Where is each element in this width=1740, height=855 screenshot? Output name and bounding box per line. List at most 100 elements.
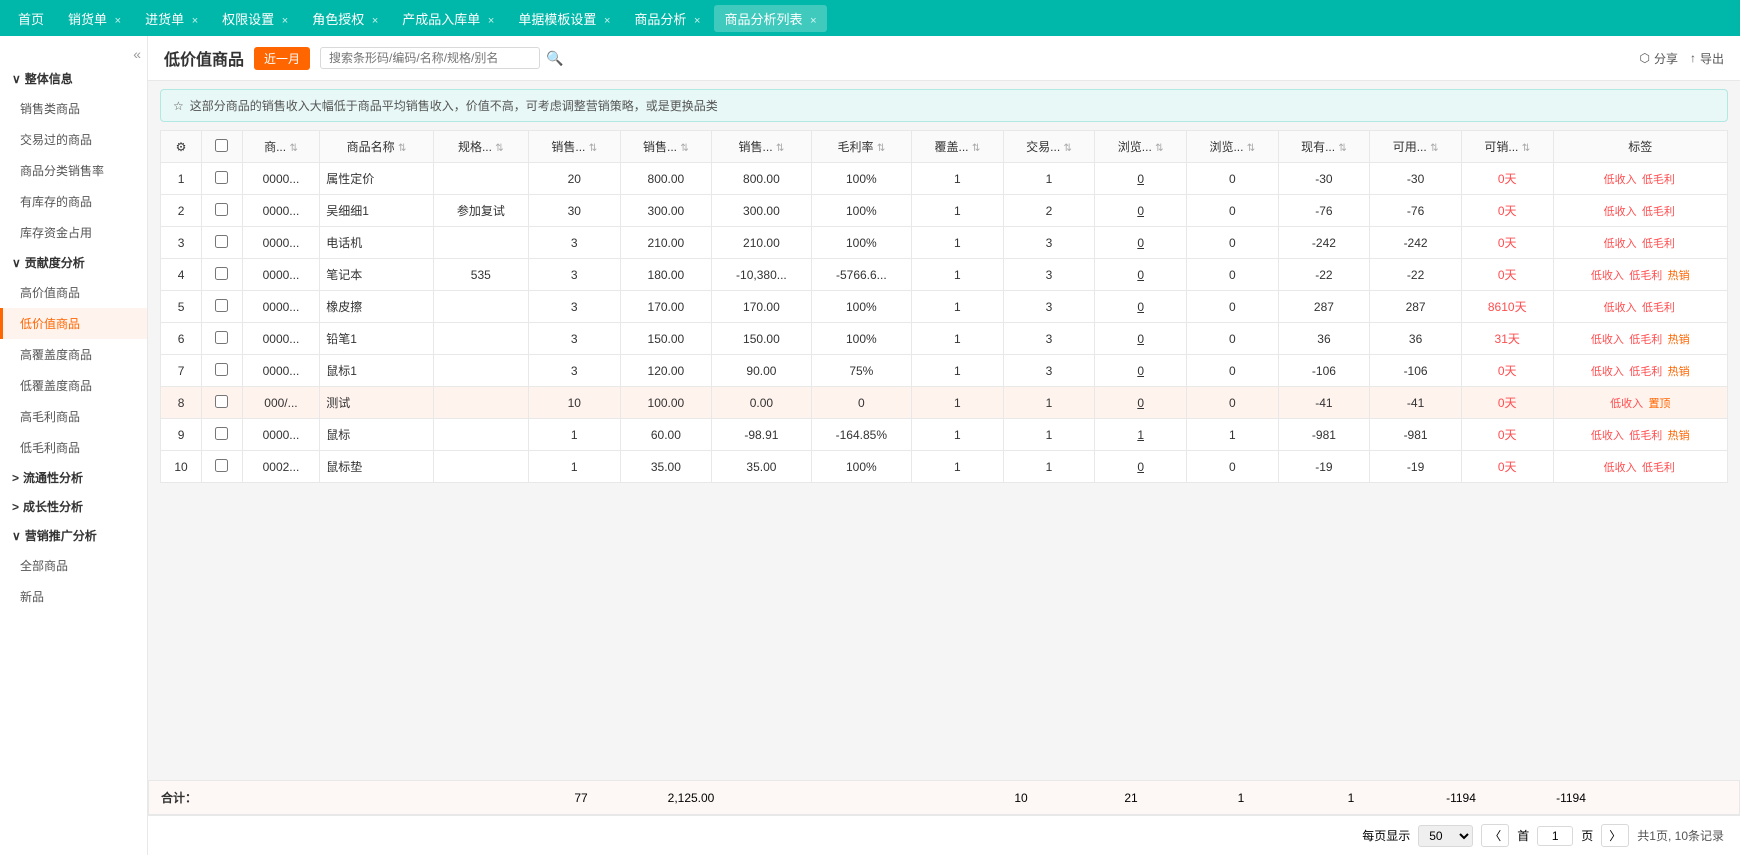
row-checkbox[interactable] <box>202 259 243 291</box>
nav-sales[interactable]: 销货单 × <box>58 5 131 32</box>
sidebar-group-marketing[interactable]: ∨ 营销推广分析 <box>0 521 147 550</box>
row-name[interactable]: 电话机 <box>320 227 433 259</box>
row-sale-price: 35.00 <box>620 451 712 483</box>
row-browse1[interactable]: 0 <box>1095 387 1187 419</box>
row-browse1[interactable]: 1 <box>1095 419 1187 451</box>
nav-purchase[interactable]: 进货单 × <box>135 5 208 32</box>
nav-stock-in[interactable]: 产成品入库单 × <box>392 5 504 32</box>
table-row: 6 0000... 铅笔1 3 150.00 150.00 100% 1 3 0… <box>161 323 1728 355</box>
row-checkbox[interactable] <box>202 163 243 195</box>
sidebar-item-all-goods[interactable]: 全部商品 <box>0 550 147 581</box>
row-spec <box>433 163 528 195</box>
search-input[interactable] <box>320 47 540 69</box>
row-select-checkbox[interactable] <box>215 427 228 440</box>
nav-home[interactable]: 首页 <box>8 5 54 32</box>
tag-label: 低毛利 <box>1629 366 1662 378</box>
sidebar-item-high-value[interactable]: 高价值商品 <box>0 277 147 308</box>
row-name[interactable]: 鼠标1 <box>320 355 433 387</box>
select-all-checkbox[interactable] <box>215 139 228 152</box>
row-select-checkbox[interactable] <box>215 299 228 312</box>
next-page-button[interactable]: 〉 <box>1601 824 1629 847</box>
footer-sale-price: 2,125.00 <box>661 791 721 805</box>
filter-button[interactable]: 近一月 <box>254 47 310 70</box>
header-right: ⬡ 分享 ↑ 导出 <box>1639 50 1724 67</box>
row-name[interactable]: 测试 <box>320 387 433 419</box>
sidebar-item-sales-goods[interactable]: 销售类商品 <box>0 93 147 124</box>
row-select-checkbox[interactable] <box>215 267 228 280</box>
collapse-button[interactable]: « <box>133 46 141 62</box>
search-button[interactable]: 🔍 <box>546 50 563 67</box>
row-browse2: 0 <box>1186 451 1278 483</box>
row-current: 36 <box>1278 323 1370 355</box>
row-browse1[interactable]: 0 <box>1095 259 1187 291</box>
row-checkbox[interactable] <box>202 419 243 451</box>
tag-label: 热销 <box>1668 270 1690 282</box>
row-gross-margin: -5766.6... <box>811 259 911 291</box>
page-size-select[interactable]: 50 100 <box>1418 825 1473 847</box>
row-checkbox[interactable] <box>202 195 243 227</box>
row-browse1[interactable]: 0 <box>1095 163 1187 195</box>
row-select-checkbox[interactable] <box>215 459 228 472</box>
sidebar-group-contribution[interactable]: ∨ 贡献度分析 <box>0 248 147 277</box>
sidebar-item-category-rate[interactable]: 商品分类销售率 <box>0 155 147 186</box>
sidebar-item-low-coverage[interactable]: 低覆盖度商品 <box>0 370 147 401</box>
row-name[interactable]: 吴细细1 <box>320 195 433 227</box>
row-sale-qty: 1 <box>528 419 620 451</box>
tag-label: 低收入 <box>1591 430 1624 442</box>
nav-permission[interactable]: 权限设置 × <box>212 5 298 32</box>
row-checkbox[interactable] <box>202 291 243 323</box>
first-page-button[interactable]: 〈 <box>1481 824 1509 847</box>
row-browse1[interactable]: 0 <box>1095 451 1187 483</box>
sidebar-item-stocked-goods[interactable]: 有库存的商品 <box>0 186 147 217</box>
share-button[interactable]: ⬡ 分享 <box>1639 50 1678 67</box>
row-saleable: 0天 <box>1461 419 1553 451</box>
sidebar-item-low-margin[interactable]: 低毛利商品 <box>0 432 147 463</box>
table-row: 9 0000... 鼠标 1 60.00 -98.91 -164.85% 1 1… <box>161 419 1728 451</box>
col-settings[interactable]: ⚙ <box>161 131 202 163</box>
sidebar-group-growth[interactable]: > 成长性分析 <box>0 492 147 521</box>
sidebar-group-overall[interactable]: ∨ 整体信息 <box>0 64 147 93</box>
sidebar-item-high-coverage[interactable]: 高覆盖度商品 <box>0 339 147 370</box>
row-name[interactable]: 鼠标垫 <box>320 451 433 483</box>
row-select-checkbox[interactable] <box>215 235 228 248</box>
row-name[interactable]: 鼠标 <box>320 419 433 451</box>
row-checkbox[interactable] <box>202 387 243 419</box>
sidebar-item-high-margin[interactable]: 高毛利商品 <box>0 401 147 432</box>
row-sale-qty: 3 <box>528 227 620 259</box>
row-select-checkbox[interactable] <box>215 363 228 376</box>
row-num: 8 <box>161 387 202 419</box>
row-sale-amount: 35.00 <box>712 451 811 483</box>
row-browse1[interactable]: 0 <box>1095 355 1187 387</box>
row-checkbox[interactable] <box>202 227 243 259</box>
nav-role[interactable]: 角色授权 × <box>302 5 388 32</box>
row-browse1[interactable]: 0 <box>1095 291 1187 323</box>
row-select-checkbox[interactable] <box>215 331 228 344</box>
row-browse1[interactable]: 0 <box>1095 323 1187 355</box>
nav-product-analysis[interactable]: 商品分析 × <box>624 5 710 32</box>
row-name[interactable]: 橡皮擦 <box>320 291 433 323</box>
row-sale-amount: -10,380... <box>712 259 811 291</box>
col-checkbox[interactable] <box>202 131 243 163</box>
row-checkbox[interactable] <box>202 355 243 387</box>
row-checkbox[interactable] <box>202 451 243 483</box>
row-browse1[interactable]: 0 <box>1095 227 1187 259</box>
sidebar-item-low-value[interactable]: 低价值商品 <box>0 308 147 339</box>
export-button[interactable]: ↑ 导出 <box>1690 50 1724 67</box>
row-name[interactable]: 笔记本 <box>320 259 433 291</box>
row-name[interactable]: 属性定价 <box>320 163 433 195</box>
row-browse1[interactable]: 0 <box>1095 195 1187 227</box>
sidebar-item-stock-capital[interactable]: 库存资金占用 <box>0 217 147 248</box>
row-select-checkbox[interactable] <box>215 171 228 184</box>
col-name: 商品名称 ⇅ <box>320 131 433 163</box>
sidebar-item-traded-goods[interactable]: 交易过的商品 <box>0 124 147 155</box>
row-select-checkbox[interactable] <box>215 395 228 408</box>
row-name[interactable]: 铅笔1 <box>320 323 433 355</box>
page-input[interactable] <box>1537 826 1573 846</box>
row-checkbox[interactable] <box>202 323 243 355</box>
sidebar-item-new-goods[interactable]: 新品 <box>0 581 147 612</box>
nav-product-analysis-list[interactable]: 商品分析列表 × <box>714 5 826 32</box>
nav-template[interactable]: 单据模板设置 × <box>508 5 620 32</box>
sidebar-group-liquidity[interactable]: > 流通性分析 <box>0 463 147 492</box>
row-spec <box>433 355 528 387</box>
row-select-checkbox[interactable] <box>215 203 228 216</box>
